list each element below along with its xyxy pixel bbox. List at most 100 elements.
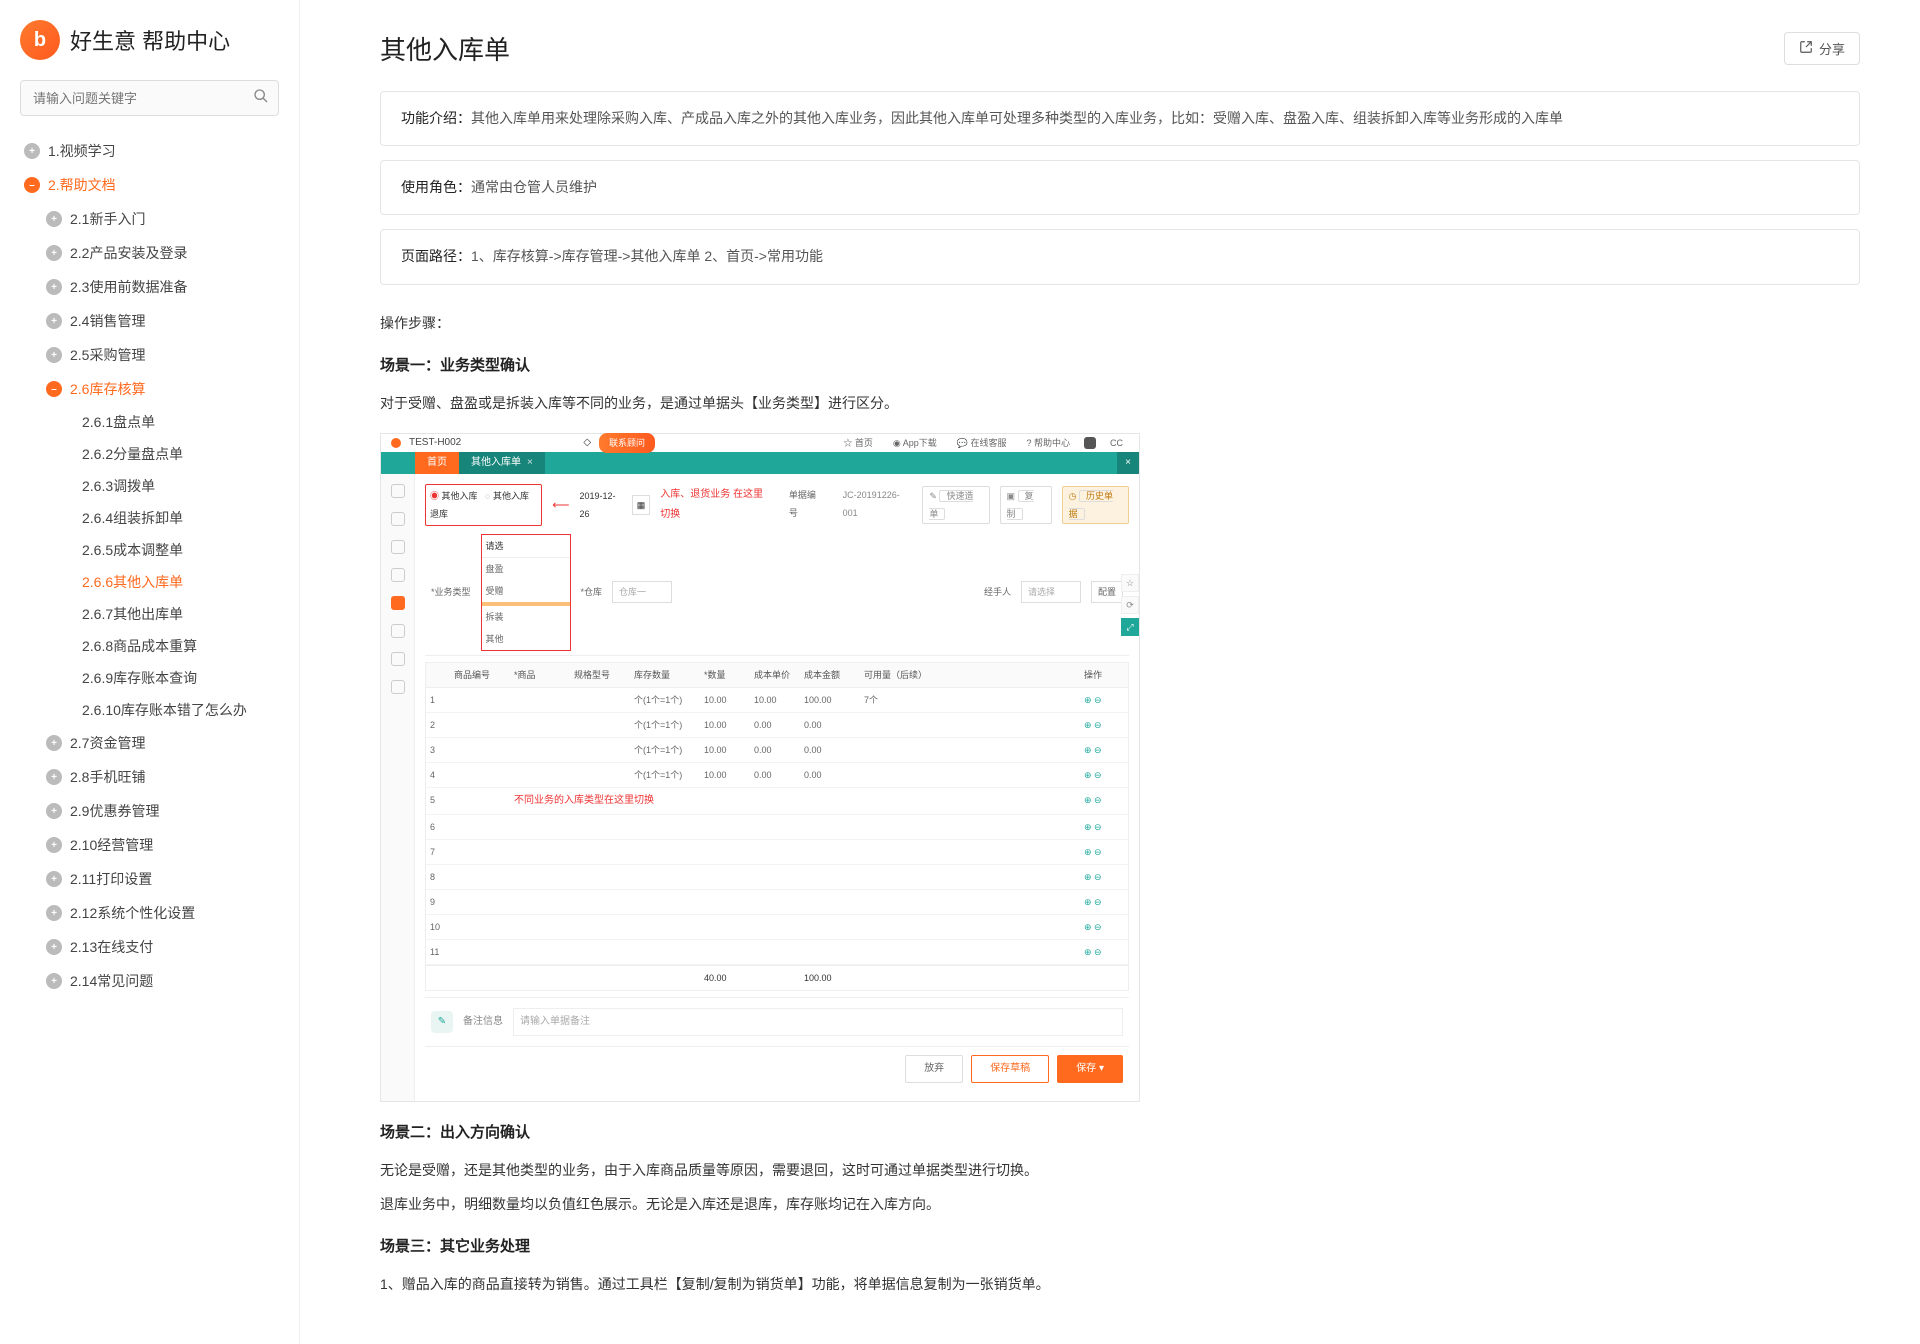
shot-btn-quick: ✎ 快速造单	[922, 486, 989, 524]
share-button[interactable]: 分享	[1784, 32, 1860, 65]
nav-item-video[interactable]: 1.视频学习	[20, 134, 279, 168]
share-label: 分享	[1819, 39, 1845, 58]
side-tool-icon-active: ⤢	[1121, 618, 1139, 636]
scene1-title: 场景一：业务类型确认	[380, 351, 1860, 381]
nav-item-25[interactable]: 2.5采购管理	[42, 338, 279, 372]
nav-item-264[interactable]: 2.6.4组装拆卸单	[82, 502, 279, 534]
nav-item-269[interactable]: 2.6.9库存账本查询	[82, 662, 279, 694]
side-tool-icon: ⟳	[1121, 596, 1139, 614]
nav-item-210[interactable]: 2.10经营管理	[42, 828, 279, 862]
info-role: 使用角色：通常由仓管人员维护	[380, 160, 1860, 215]
sidebar: b 好生意 帮助中心 1.视频学习 2.帮助文档 2.1新手入门 2.2产品安装…	[0, 0, 300, 1344]
shot-note-input: 请输入单据备注	[513, 1008, 1123, 1036]
search-icon[interactable]	[253, 88, 269, 109]
shot-note-row: ✎ 备注信息 请输入单据备注	[425, 997, 1129, 1046]
shot-tab-current: 其他入库单×	[459, 452, 545, 474]
shot-consult-button: 联系顾问	[599, 433, 655, 453]
calendar-icon: ▦	[632, 495, 651, 515]
shot-grid: 商品编号*商品规格型号库存数量*数量成本单价成本金额可用量（后续）操作 1个(1…	[425, 662, 1129, 991]
shot-link-help: ? 帮助中心	[1020, 434, 1076, 452]
nav-item-22[interactable]: 2.2产品安装及登录	[42, 236, 279, 270]
info-role-text: 通常由仓管人员维护	[471, 179, 597, 195]
nav-item-265[interactable]: 2.6.5成本调整单	[82, 534, 279, 566]
nav-item-262[interactable]: 2.6.2分量盘点单	[82, 438, 279, 470]
shot-btn-copy: ▣ 复制	[1000, 486, 1052, 524]
brand-row: b 好生意 帮助中心	[20, 20, 279, 60]
brand-text: 好生意 帮助中心	[70, 24, 230, 56]
main-content: 其他入库单 分享 功能介绍：其他入库单用来处理除采购入库、产成品入库之外的其他入…	[300, 0, 1920, 1344]
shot-radio-group: ◉ 其他入库 ○ 其他入库退库	[425, 484, 542, 526]
shot-side-tools: ☆ ⟳ ⤢	[1121, 574, 1139, 636]
brand-logo: b	[20, 20, 60, 60]
shot-tab-home: 首页	[415, 452, 459, 474]
nav-item-29[interactable]: 2.9优惠券管理	[42, 794, 279, 828]
nav-item-263[interactable]: 2.6.3调拨单	[82, 470, 279, 502]
shot-topbar: TEST-H002 ◇ 联系顾问 ☆ 首页 ◉ App下载 💬 在线客服 ? 帮…	[381, 434, 1139, 452]
shot-tab-close: ×	[1117, 452, 1139, 474]
shot-filter-row: *业务类型 请选 盘盈 受赠 拆装 其他 *仓库 仓库一 经手人	[425, 530, 1129, 656]
red-arrow-icon: ⟵	[552, 493, 569, 517]
nav-item-267[interactable]: 2.6.7其他出库单	[82, 598, 279, 630]
nav-item-211[interactable]: 2.11打印设置	[42, 862, 279, 896]
nav-item-2610[interactable]: 2.6.10库存账本错了怎么办	[82, 694, 279, 726]
nav-item-26[interactable]: 2.6库存核算	[42, 372, 279, 406]
shot-red-note-1: 入库、退货业务 在这里切换	[660, 485, 773, 525]
nav-item-21[interactable]: 2.1新手入门	[42, 202, 279, 236]
page-title: 其他入库单	[380, 30, 510, 67]
nav-item-213[interactable]: 2.13在线支付	[42, 930, 279, 964]
screenshot-1: TEST-H002 ◇ 联系顾问 ☆ 首页 ◉ App下载 💬 在线客服 ? 帮…	[380, 433, 1140, 1102]
rail-icon	[391, 540, 405, 554]
rail-icon	[391, 624, 405, 638]
shot-link-app: ◉ App下载	[887, 434, 943, 452]
nav-item-23[interactable]: 2.3使用前数据准备	[42, 270, 279, 304]
rail-icon	[391, 680, 405, 694]
info-function-text: 其他入库单用来处理除采购入库、产成品入库之外的其他入库业务，因此其他入库单可处理…	[471, 110, 1563, 126]
info-role-label: 使用角色：	[401, 179, 471, 195]
shot-btn-history: ◷ 历史单据	[1062, 486, 1129, 524]
scene2-title: 场景二：出入方向确认	[380, 1118, 1860, 1148]
shot-logo-icon	[391, 438, 401, 448]
scene2-text1: 无论是受赠，还是其他类型的业务，由于入库商品质量等原因，需要退回，这时可通过单据…	[380, 1156, 1860, 1184]
info-function: 功能介绍：其他入库单用来处理除采购入库、产成品入库之外的其他入库业务，因此其他入…	[380, 91, 1860, 146]
shot-rail	[381, 474, 415, 1101]
side-tool-icon: ☆	[1121, 574, 1139, 592]
shot-badge: ◇	[583, 433, 591, 453]
info-function-label: 功能介绍：	[401, 110, 471, 126]
shot-doc-no: JC-20191226-001	[837, 486, 913, 524]
scene2-text2: 退库业务中，明细数量均以负值红色展示。无论是入库还是退库，库存账均记在入库方向。	[380, 1190, 1860, 1218]
search-input[interactable]	[20, 80, 279, 116]
shot-tabbar: 首页 其他入库单× ×	[381, 452, 1139, 474]
rail-icon	[391, 484, 405, 498]
shot-combo-biztype: 请选 盘盈 受赠 拆装 其他	[481, 534, 571, 651]
rail-icon	[391, 568, 405, 582]
nav-item-261[interactable]: 2.6.1盘点单	[82, 406, 279, 438]
steps-heading: 操作步骤：	[380, 309, 1860, 337]
shot-btn-save: 保存 ▾	[1057, 1055, 1123, 1083]
shot-btn-cancel: 放弃	[905, 1055, 963, 1083]
nav-tree: 1.视频学习 2.帮助文档 2.1新手入门 2.2产品安装及登录 2.3使用前数…	[20, 134, 279, 998]
shot-username: CC	[1104, 434, 1129, 452]
shot-date: 2019-12-26	[579, 487, 621, 523]
shot-actions: 放弃 保存草稿 保存 ▾	[425, 1046, 1129, 1091]
shot-account: TEST-H002	[409, 433, 575, 453]
nav-item-268[interactable]: 2.6.8商品成本重算	[82, 630, 279, 662]
info-path-label: 页面路径：	[401, 248, 471, 264]
nav-item-27[interactable]: 2.7资金管理	[42, 726, 279, 760]
search-box	[20, 80, 279, 116]
scene3-text: 1、赠品入库的商品直接转为销售。通过工具栏【复制/复制为销货单】功能，将单据信息…	[380, 1270, 1860, 1298]
shot-link-home: ☆ 首页	[837, 434, 879, 452]
share-icon	[1799, 40, 1813, 57]
shot-red-note-2: 不同业务的入库类型在这里切换	[514, 791, 804, 811]
nav-item-24[interactable]: 2.4销售管理	[42, 304, 279, 338]
shot-link-service: 💬 在线客服	[951, 434, 1013, 452]
nav-item-28[interactable]: 2.8手机旺铺	[42, 760, 279, 794]
shot-avatar-icon	[1084, 437, 1096, 449]
nav-item-266[interactable]: 2.6.6其他入库单	[82, 566, 279, 598]
rail-icon	[391, 512, 405, 526]
note-icon: ✎	[431, 1011, 453, 1033]
shot-doc-label: 单据编号	[783, 486, 827, 524]
scene1-text: 对于受赠、盘盈或是拆装入库等不同的业务，是通过单据头【业务类型】进行区分。	[380, 389, 1860, 417]
nav-item-docs[interactable]: 2.帮助文档	[20, 168, 279, 202]
nav-item-214[interactable]: 2.14常见问题	[42, 964, 279, 998]
nav-item-212[interactable]: 2.12系统个性化设置	[42, 896, 279, 930]
